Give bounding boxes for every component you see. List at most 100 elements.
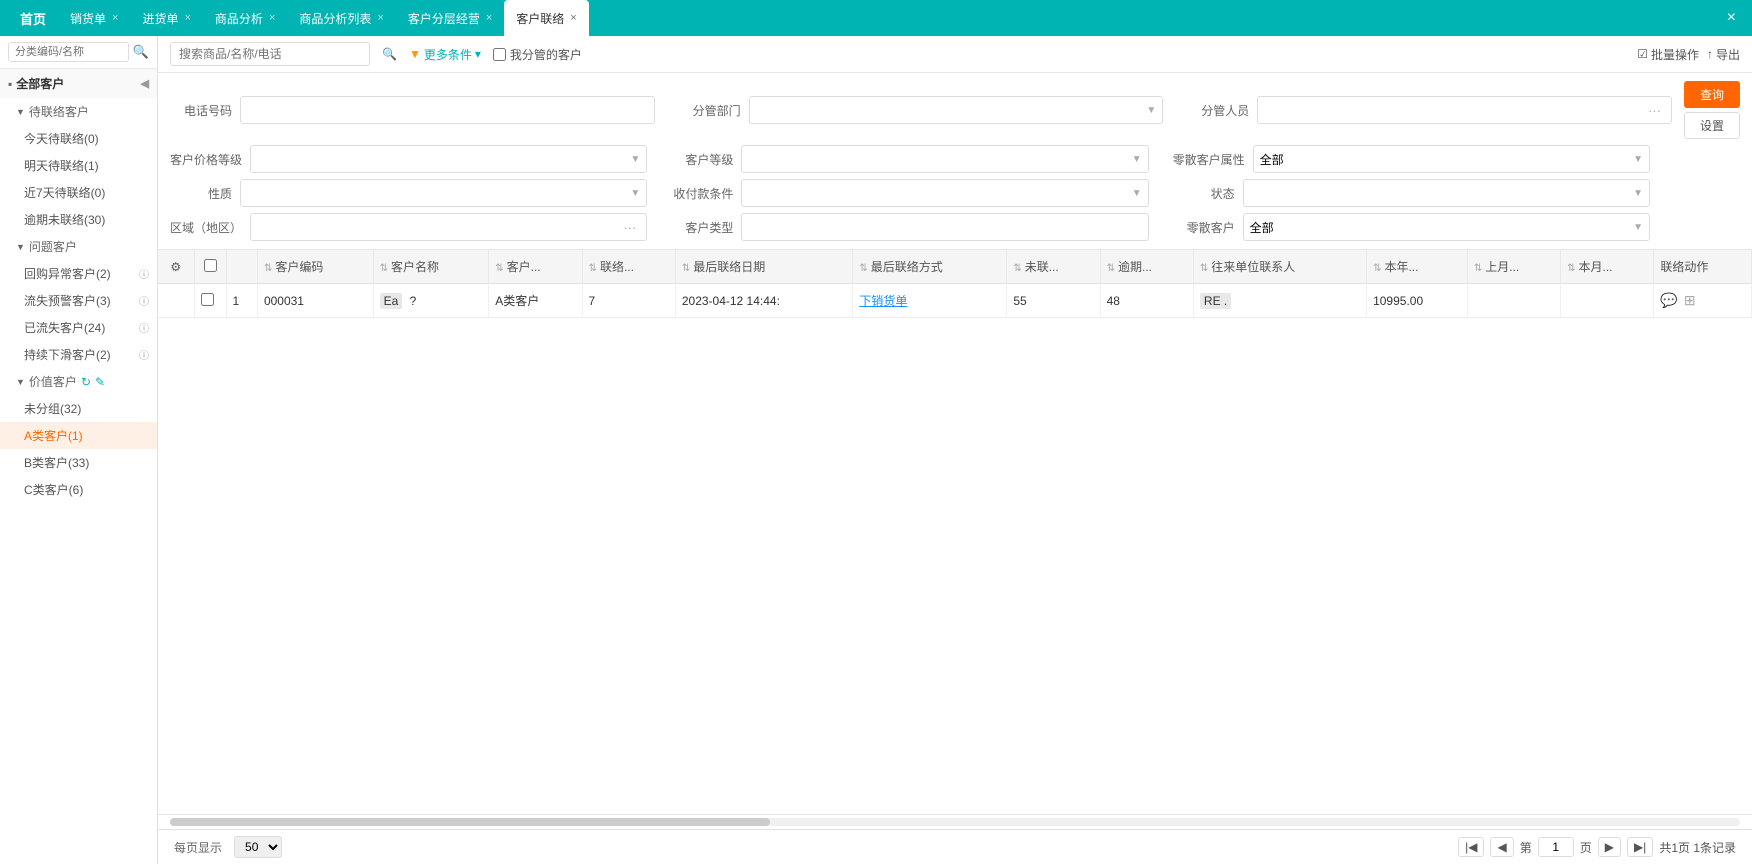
sidebar-item-today[interactable]: 今天待联络(0) xyxy=(0,125,157,152)
filter-row-1: 电话号码 分管部门 ▼ 分管人员 ··· xyxy=(170,81,1740,139)
price-grade-select[interactable]: ▼ xyxy=(250,145,647,173)
more-filters-button[interactable]: ▼ 更多条件 ▾ xyxy=(409,46,481,63)
region-select[interactable]: ··· xyxy=(250,213,647,241)
filter-search-icon[interactable]: 🔍 xyxy=(382,47,397,61)
row-method-cell[interactable]: 下销货单 xyxy=(853,284,1007,318)
my-customers-checkbox-area[interactable]: 我分管的客户 xyxy=(493,46,582,63)
row-overdue-cell: 48 xyxy=(1100,284,1193,318)
triangle-icon2: ▼ xyxy=(16,242,25,252)
close-sales-tab[interactable]: × xyxy=(112,12,118,24)
sidebar-item-declining[interactable]: 持续下滑客户(2) ⓘ xyxy=(0,341,157,368)
col-settings[interactable]: ⚙ xyxy=(158,250,194,284)
sidebar-item-class-b[interactable]: B类客户(33) xyxy=(0,449,157,476)
col-unit-contact[interactable]: ⇅往来单位联系人 xyxy=(1193,250,1366,284)
col-no-contact[interactable]: ⇅未联... xyxy=(1007,250,1100,284)
sidebar-item-churn-warning[interactable]: 流失预警客户(3) ⓘ xyxy=(0,287,157,314)
all-customers-header[interactable]: ▪ 全部客户 ◀ xyxy=(0,69,157,98)
nature-select[interactable]: ▼ xyxy=(240,179,647,207)
sidebar-item-tomorrow[interactable]: 明天待联络(1) xyxy=(0,152,157,179)
payment-select[interactable]: ▼ xyxy=(741,179,1148,207)
edit-icon[interactable]: ✎ xyxy=(95,375,105,389)
row-checkbox-cell[interactable] xyxy=(194,284,226,318)
bottom-bar: 每页显示 50 |◀ ◀ 第 页 ▶ ▶| 共1页 1条记录 xyxy=(158,829,1752,864)
nav-tab-analysis-list[interactable]: 商品分析列表 × xyxy=(287,0,395,36)
sidebar-item-churned[interactable]: 已流失客户(24) ⓘ xyxy=(0,314,157,341)
region-dots[interactable]: ··· xyxy=(619,220,640,235)
col-overdue[interactable]: ⇅逾期... xyxy=(1100,250,1193,284)
status-chevron: ▼ xyxy=(1633,188,1643,199)
sort-this-month: ⇅ xyxy=(1567,263,1575,274)
next-page-button[interactable]: ▶ xyxy=(1598,837,1621,857)
nav-tab-home[interactable]: 首页 xyxy=(8,0,58,36)
phone-input[interactable] xyxy=(240,96,655,124)
close-all-tabs-button[interactable]: × xyxy=(1719,5,1744,31)
prev-page-button[interactable]: ◀ xyxy=(1490,837,1513,857)
sidebar-search-input[interactable] xyxy=(8,42,129,62)
customer-type-select[interactable] xyxy=(741,213,1148,241)
col-code[interactable]: ⇅客户编码 xyxy=(257,250,373,284)
horizontal-scrollbar[interactable] xyxy=(158,814,1752,829)
sidebar-item-7days[interactable]: 近7天待联络(0) xyxy=(0,179,157,206)
my-customers-checkbox[interactable] xyxy=(493,48,506,61)
sidebar-collapse-arrow[interactable]: ◀ xyxy=(141,77,149,90)
customer-grade-select[interactable]: ▼ xyxy=(741,145,1148,173)
col-this-year[interactable]: ⇅本年... xyxy=(1367,250,1468,284)
col-this-month[interactable]: ⇅本月... xyxy=(1561,250,1654,284)
retail-attr-select[interactable]: 全部 ▼ xyxy=(1253,145,1650,173)
first-page-button[interactable]: |◀ xyxy=(1458,837,1484,857)
close-analysis-list-tab[interactable]: × xyxy=(377,12,383,24)
sidebar-item-class-c[interactable]: C类客户(6) xyxy=(0,476,157,503)
sidebar-item-repurchase-abnormal[interactable]: 回购异常客户(2) ⓘ xyxy=(0,260,157,287)
export-button[interactable]: ↑ 导出 xyxy=(1707,46,1740,63)
page-number-input[interactable] xyxy=(1538,837,1574,857)
close-customer-contact-tab[interactable]: × xyxy=(570,12,576,24)
status-select[interactable]: ▼ xyxy=(1243,179,1650,207)
batch-op-button[interactable]: ☑ 批量操作 xyxy=(1637,46,1699,63)
churned-label: 已流失客户(24) xyxy=(24,319,105,336)
sidebar-item-class-a[interactable]: A类客户(1) xyxy=(0,422,157,449)
scroll-thumb[interactable] xyxy=(170,818,770,826)
person-dots[interactable]: ··· xyxy=(1644,103,1665,118)
col-last-month[interactable]: ⇅上月... xyxy=(1467,250,1560,284)
col-checkbox[interactable] xyxy=(194,250,226,284)
nav-tab-customer-segment[interactable]: 客户分层经营 × xyxy=(396,0,504,36)
sidebar-item-overdue[interactable]: 逾期未联络(30) xyxy=(0,206,157,233)
chat-icon[interactable]: 💬 xyxy=(1660,292,1677,309)
row-checkbox[interactable] xyxy=(201,293,214,306)
grid-icon[interactable]: ⊞ xyxy=(1684,292,1696,309)
query-button[interactable]: 查询 xyxy=(1684,81,1740,108)
col-last-contact-method[interactable]: ⇅最后联络方式 xyxy=(853,250,1007,284)
settings-button[interactable]: 设置 xyxy=(1684,112,1740,139)
nav-tab-customer-contact[interactable]: 客户联络 × xyxy=(504,0,588,36)
nav-tab-analysis[interactable]: 商品分析 × xyxy=(203,0,287,36)
row-last-month-cell xyxy=(1467,284,1560,318)
close-purchase-tab[interactable]: × xyxy=(184,12,190,24)
col-contact[interactable]: ⇅联络... xyxy=(582,250,675,284)
sidebar-search-icon[interactable]: 🔍 xyxy=(133,44,149,60)
nav-tab-purchase[interactable]: 进货单 × xyxy=(130,0,202,36)
contact-method-link[interactable]: 下销货单 xyxy=(859,294,907,308)
col-name[interactable]: ⇅客户名称 xyxy=(373,250,489,284)
payment-chevron: ▼ xyxy=(1132,188,1142,199)
triangle-icon3: ▼ xyxy=(16,377,25,387)
col-last-contact-date[interactable]: ⇅最后联络日期 xyxy=(675,250,852,284)
close-customer-segment-tab[interactable]: × xyxy=(486,12,492,24)
price-grade-chevron: ▼ xyxy=(630,154,640,165)
close-analysis-tab[interactable]: × xyxy=(269,12,275,24)
retail-customer-select[interactable]: 全部 ▼ xyxy=(1243,213,1650,241)
row-action-cell: 💬 ⊞ xyxy=(1654,284,1752,318)
nature-chevron: ▼ xyxy=(630,188,640,199)
nav-tab-sales[interactable]: 销货单 × xyxy=(58,0,130,36)
select-all-checkbox[interactable] xyxy=(204,259,217,272)
last-page-button[interactable]: ▶| xyxy=(1627,837,1653,857)
per-page-select[interactable]: 50 xyxy=(234,836,282,858)
value-customer-label: 价值客户 xyxy=(29,373,77,390)
row-actions: 💬 ⊞ xyxy=(1660,292,1745,309)
person-select[interactable]: ··· xyxy=(1257,96,1672,124)
dept-select[interactable]: ▼ xyxy=(749,96,1164,124)
refresh-icon[interactable]: ↻ xyxy=(81,375,91,389)
retail-attr-value: 全部 xyxy=(1260,151,1284,168)
search-input[interactable] xyxy=(170,42,370,66)
col-category[interactable]: ⇅客户... xyxy=(489,250,582,284)
sidebar-item-ungrouped[interactable]: 未分组(32) xyxy=(0,395,157,422)
